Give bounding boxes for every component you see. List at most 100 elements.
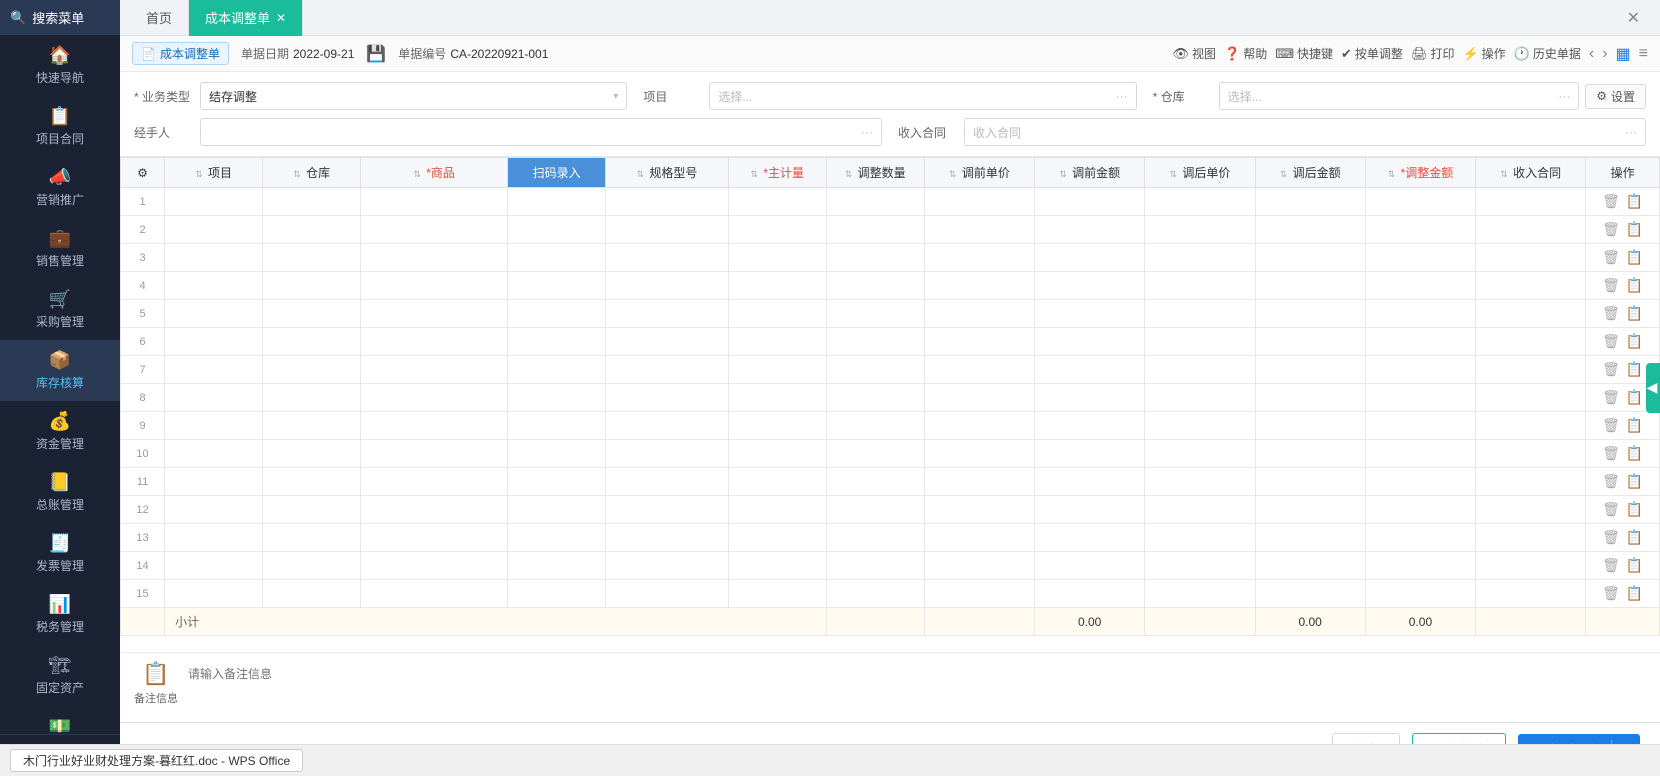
cell-after-price[interactable] xyxy=(1145,384,1255,412)
taskbar-item[interactable]: 木门行业好业财处理方案-暮红红.doc - WPS Office xyxy=(10,749,303,772)
cell-spec[interactable] xyxy=(606,468,729,496)
cell-scan[interactable] xyxy=(508,440,606,468)
sidebar-item-fixed-assets[interactable]: 🏗 固定资产 xyxy=(0,645,120,706)
cell-income-contract[interactable] xyxy=(1476,188,1586,216)
cell-project[interactable] xyxy=(165,328,263,356)
cell-after-price[interactable] xyxy=(1145,188,1255,216)
delete-row-icon[interactable]: 🗑 xyxy=(1602,473,1620,490)
sidebar-item-sales-mgmt[interactable]: 💼 销售管理 xyxy=(0,218,120,279)
cell-warehouse[interactable] xyxy=(263,412,361,440)
cell-warehouse[interactable] xyxy=(263,356,361,384)
cell-product[interactable] xyxy=(361,524,508,552)
cell-prev-amount[interactable] xyxy=(1035,580,1145,608)
cell-warehouse[interactable] xyxy=(263,496,361,524)
cell-warehouse[interactable] xyxy=(263,580,361,608)
cell-adj-qty[interactable] xyxy=(826,496,924,524)
cell-adj-amount[interactable] xyxy=(1365,552,1475,580)
cell-project[interactable] xyxy=(165,384,263,412)
doc-label[interactable]: 📄 成本调整单 xyxy=(132,42,229,65)
cell-unit[interactable] xyxy=(728,272,826,300)
cell-warehouse[interactable] xyxy=(263,244,361,272)
cell-adj-qty[interactable] xyxy=(826,440,924,468)
cell-warehouse[interactable] xyxy=(263,552,361,580)
cell-spec[interactable] xyxy=(606,496,729,524)
cell-after-amount[interactable] xyxy=(1255,468,1365,496)
cell-spec[interactable] xyxy=(606,440,729,468)
view-grid-icon[interactable]: ▦ xyxy=(1616,44,1631,64)
table-row[interactable]: 12 🗑 📋 xyxy=(121,496,1660,524)
cell-project[interactable] xyxy=(165,552,263,580)
cell-product[interactable] xyxy=(361,552,508,580)
delete-row-icon[interactable]: 🗑 xyxy=(1602,249,1620,266)
cell-scan[interactable] xyxy=(508,356,606,384)
delete-row-icon[interactable]: 🗑 xyxy=(1602,193,1620,210)
cell-income-contract[interactable] xyxy=(1476,496,1586,524)
cell-after-price[interactable] xyxy=(1145,356,1255,384)
cell-scan[interactable] xyxy=(508,328,606,356)
cell-adj-amount[interactable] xyxy=(1365,440,1475,468)
copy-row-icon[interactable]: 📋 xyxy=(1626,333,1643,350)
cell-prev-amount[interactable] xyxy=(1035,300,1145,328)
action-view[interactable]: 👁 视图 xyxy=(1173,45,1217,62)
table-row[interactable]: 14 🗑 📋 xyxy=(121,552,1660,580)
cell-spec[interactable] xyxy=(606,552,729,580)
green-side-tab[interactable]: ◀ xyxy=(1646,363,1660,413)
cell-after-price[interactable] xyxy=(1145,524,1255,552)
cell-scan[interactable] xyxy=(508,496,606,524)
cell-spec[interactable] xyxy=(606,356,729,384)
cell-project[interactable] xyxy=(165,496,263,524)
cell-adj-amount[interactable] xyxy=(1365,244,1475,272)
cell-adj-amount[interactable] xyxy=(1365,496,1475,524)
copy-row-icon[interactable]: 📋 xyxy=(1626,193,1643,210)
cell-prev-price[interactable] xyxy=(924,580,1034,608)
cell-unit[interactable] xyxy=(728,300,826,328)
delete-row-icon[interactable]: 🗑 xyxy=(1602,501,1620,518)
cell-scan[interactable] xyxy=(508,244,606,272)
cell-after-price[interactable] xyxy=(1145,328,1255,356)
cell-project[interactable] xyxy=(165,412,263,440)
cell-income-contract[interactable] xyxy=(1476,580,1586,608)
cell-prev-price[interactable] xyxy=(924,552,1034,580)
delete-row-icon[interactable]: 🗑 xyxy=(1602,529,1620,546)
sidebar-item-quick-nav[interactable]: 🏠 快速导航 xyxy=(0,35,120,96)
cell-after-price[interactable] xyxy=(1145,552,1255,580)
cell-warehouse[interactable] xyxy=(263,524,361,552)
cell-after-amount[interactable] xyxy=(1255,244,1365,272)
cell-spec[interactable] xyxy=(606,216,729,244)
cell-product[interactable] xyxy=(361,300,508,328)
tab-cost-adjust[interactable]: 成本调整单 ✕ xyxy=(189,0,303,36)
delete-row-icon[interactable]: 🗑 xyxy=(1602,305,1620,322)
cell-spec[interactable] xyxy=(606,272,729,300)
cell-prev-amount[interactable] xyxy=(1035,244,1145,272)
cell-scan[interactable] xyxy=(508,300,606,328)
sidebar-item-sales-promo[interactable]: 📣 营销推广 xyxy=(0,157,120,218)
cell-adj-qty[interactable] xyxy=(826,412,924,440)
cell-product[interactable] xyxy=(361,356,508,384)
cell-project[interactable] xyxy=(165,468,263,496)
cell-spec[interactable] xyxy=(606,412,729,440)
delete-row-icon[interactable]: 🗑 xyxy=(1602,221,1620,238)
cell-scan[interactable] xyxy=(508,468,606,496)
cell-scan[interactable] xyxy=(508,412,606,440)
cell-income-contract[interactable] xyxy=(1476,244,1586,272)
view-list-icon[interactable]: ≡ xyxy=(1639,45,1648,63)
copy-row-icon[interactable]: 📋 xyxy=(1626,221,1643,238)
cell-product[interactable] xyxy=(361,412,508,440)
copy-row-icon[interactable]: 📋 xyxy=(1626,305,1643,322)
cell-adj-qty[interactable] xyxy=(826,328,924,356)
cell-after-price[interactable] xyxy=(1145,216,1255,244)
cell-after-price[interactable] xyxy=(1145,272,1255,300)
copy-row-icon[interactable]: 📋 xyxy=(1626,501,1643,518)
sidebar-item-tax-mgmt[interactable]: 📊 税务管理 xyxy=(0,584,120,645)
cell-product[interactable] xyxy=(361,440,508,468)
cell-scan[interactable] xyxy=(508,580,606,608)
cell-adj-qty[interactable] xyxy=(826,188,924,216)
cell-prev-amount[interactable] xyxy=(1035,188,1145,216)
cell-project[interactable] xyxy=(165,272,263,300)
cell-adj-qty[interactable] xyxy=(826,552,924,580)
note-input[interactable] xyxy=(188,661,1646,693)
cell-after-amount[interactable] xyxy=(1255,188,1365,216)
cell-product[interactable] xyxy=(361,468,508,496)
delete-row-icon[interactable]: 🗑 xyxy=(1602,557,1620,574)
delete-row-icon[interactable]: 🗑 xyxy=(1602,585,1620,602)
